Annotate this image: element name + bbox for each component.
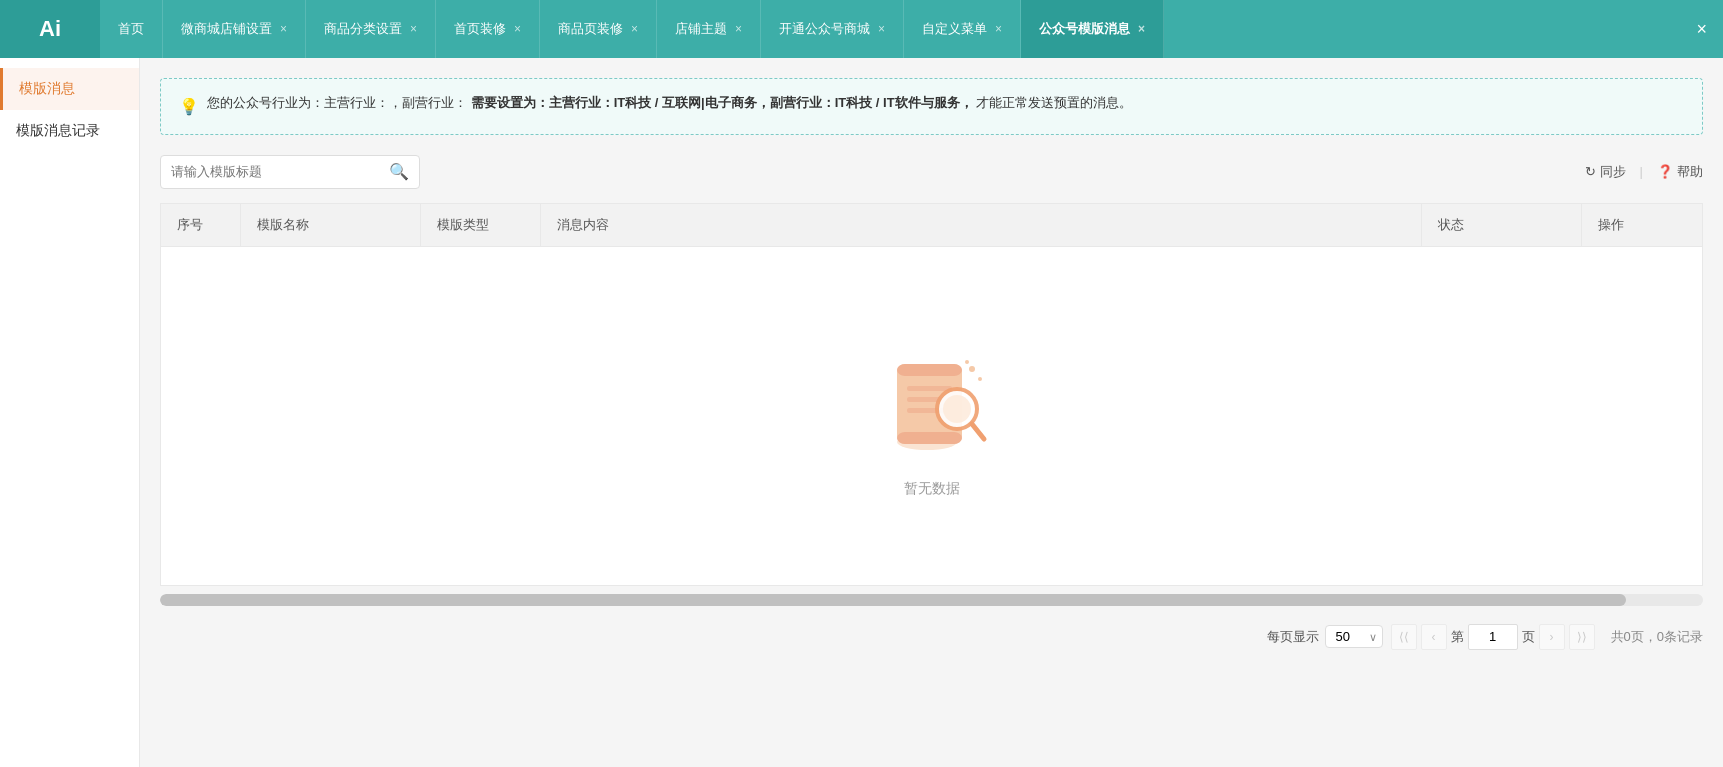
nav-tab-custom-menu[interactable]: 自定义菜单× xyxy=(904,0,1021,58)
nav-tab-micro-shop[interactable]: 微商城店铺设置× xyxy=(163,0,306,58)
tab-close-micro-shop[interactable]: × xyxy=(280,22,287,36)
top-nav: Ai 首页微商城店铺设置×商品分类设置×首页装修×商品页装修×店铺主题×开通公众… xyxy=(0,0,1723,58)
alert-highlight: 需要设置为：主营行业：IT科技 / 互联网|电子商务，副营行业：IT科技 / I… xyxy=(471,95,973,110)
svg-point-8 xyxy=(943,395,971,423)
content-area: 💡 您的公众号行业为：主营行业：，副营行业： 需要设置为：主营行业：IT科技 /… xyxy=(140,58,1723,767)
nav-tab-template-msg[interactable]: 公众号模版消息× xyxy=(1021,0,1164,58)
nav-tab-product-decor[interactable]: 商品页装修× xyxy=(540,0,657,58)
table-wrap: 序号 模版名称 模版类型 消息内容 状态 操作 xyxy=(160,203,1703,586)
tab-close-open-mall[interactable]: × xyxy=(878,22,885,36)
empty-state: 暂无数据 xyxy=(872,294,992,538)
alert-box: 💡 您的公众号行业为：主营行业：，副营行业： 需要设置为：主营行业：IT科技 /… xyxy=(160,78,1703,135)
tab-close-product-cat[interactable]: × xyxy=(410,22,417,36)
help-button[interactable]: ❓ 帮助 xyxy=(1657,163,1703,181)
tab-close-product-decor[interactable]: × xyxy=(631,22,638,36)
tab-close-home-decor[interactable]: × xyxy=(514,22,521,36)
alert-text: 您的公众号行业为：主营行业：，副营行业： 需要设置为：主营行业：IT科技 / 互… xyxy=(207,93,1132,114)
alert-icon: 💡 xyxy=(179,94,199,120)
th-index: 序号 xyxy=(161,204,241,246)
help-label: 帮助 xyxy=(1677,163,1703,181)
per-page-select[interactable]: 102050100 xyxy=(1325,625,1383,648)
nav-tab-home-decor[interactable]: 首页装修× xyxy=(436,0,540,58)
sync-icon: ↻ xyxy=(1585,164,1596,179)
th-status: 状态 xyxy=(1422,204,1582,246)
search-bar: 🔍 ↻ 同步 | ❓ 帮助 xyxy=(160,155,1703,189)
next-page-button[interactable]: › xyxy=(1539,624,1565,650)
page-controls: ⟨⟨ ‹ 第 页 › ⟩⟩ xyxy=(1391,624,1595,650)
prev-page-button[interactable]: ‹ xyxy=(1421,624,1447,650)
th-action: 操作 xyxy=(1582,204,1702,246)
search-right: ↻ 同步 | ❓ 帮助 xyxy=(1585,163,1703,181)
svg-rect-4 xyxy=(907,386,952,391)
last-page-button[interactable]: ⟩⟩ xyxy=(1569,624,1595,650)
sidebar-item-template-record[interactable]: 模版消息记录 xyxy=(0,110,139,152)
page-suffix: 页 xyxy=(1522,628,1535,646)
svg-rect-3 xyxy=(897,432,962,444)
logo: Ai xyxy=(0,0,100,58)
th-content: 消息内容 xyxy=(541,204,1422,246)
close-all-button[interactable]: × xyxy=(1680,0,1723,58)
alert-suffix: 才能正常发送预置的消息。 xyxy=(976,95,1132,110)
nav-tab-home[interactable]: 首页 xyxy=(100,0,163,58)
search-button[interactable]: 🔍 xyxy=(389,162,409,181)
svg-point-11 xyxy=(978,377,982,381)
table-header: 序号 模版名称 模版类型 消息内容 状态 操作 xyxy=(160,203,1703,246)
nav-tab-open-mall[interactable]: 开通公众号商城× xyxy=(761,0,904,58)
page-summary: 共0页，0条记录 xyxy=(1611,628,1703,646)
page-prefix: 第 xyxy=(1451,628,1464,646)
horizontal-scrollbar[interactable] xyxy=(160,594,1703,606)
table-body: 暂无数据 xyxy=(160,246,1703,586)
empty-icon xyxy=(872,334,992,464)
th-name: 模版名称 xyxy=(241,204,421,246)
svg-point-10 xyxy=(969,366,975,372)
sync-label: 同步 xyxy=(1600,163,1626,181)
divider: | xyxy=(1640,164,1643,179)
tab-close-custom-menu[interactable]: × xyxy=(995,22,1002,36)
nav-tab-product-cat[interactable]: 商品分类设置× xyxy=(306,0,436,58)
alert-prefix: 您的公众号行业为：主营行业：，副营行业： xyxy=(207,95,467,110)
tab-close-shop-theme[interactable]: × xyxy=(735,22,742,36)
sync-button[interactable]: ↻ 同步 xyxy=(1585,163,1626,181)
help-icon: ❓ xyxy=(1657,164,1673,179)
svg-point-12 xyxy=(965,360,969,364)
search-input[interactable] xyxy=(171,164,389,179)
empty-text: 暂无数据 xyxy=(904,480,960,498)
main-layout: 模版消息模版消息记录 💡 您的公众号行业为：主营行业：，副营行业： 需要设置为：… xyxy=(0,58,1723,767)
svg-rect-2 xyxy=(897,364,962,376)
tab-close-template-msg[interactable]: × xyxy=(1138,22,1145,36)
logo-text: Ai xyxy=(39,16,61,42)
svg-line-9 xyxy=(972,424,984,439)
per-page-select-wrap[interactable]: 102050100 xyxy=(1325,625,1383,648)
th-type: 模版类型 xyxy=(421,204,541,246)
first-page-button[interactable]: ⟨⟨ xyxy=(1391,624,1417,650)
pagination: 每页显示 102050100 ⟨⟨ ‹ 第 页 › ⟩⟩ 共0页，0条记录 xyxy=(160,614,1703,650)
sidebar: 模版消息模版消息记录 xyxy=(0,58,140,767)
sidebar-item-template-msg[interactable]: 模版消息 xyxy=(0,68,139,110)
search-input-wrap[interactable]: 🔍 xyxy=(160,155,420,189)
page-number-input[interactable] xyxy=(1468,624,1518,650)
scroll-thumb xyxy=(160,594,1626,606)
per-page-section: 每页显示 102050100 xyxy=(1267,625,1383,648)
nav-tab-shop-theme[interactable]: 店铺主题× xyxy=(657,0,761,58)
per-page-label: 每页显示 xyxy=(1267,628,1319,646)
nav-tabs: 首页微商城店铺设置×商品分类设置×首页装修×商品页装修×店铺主题×开通公众号商城… xyxy=(100,0,1680,58)
